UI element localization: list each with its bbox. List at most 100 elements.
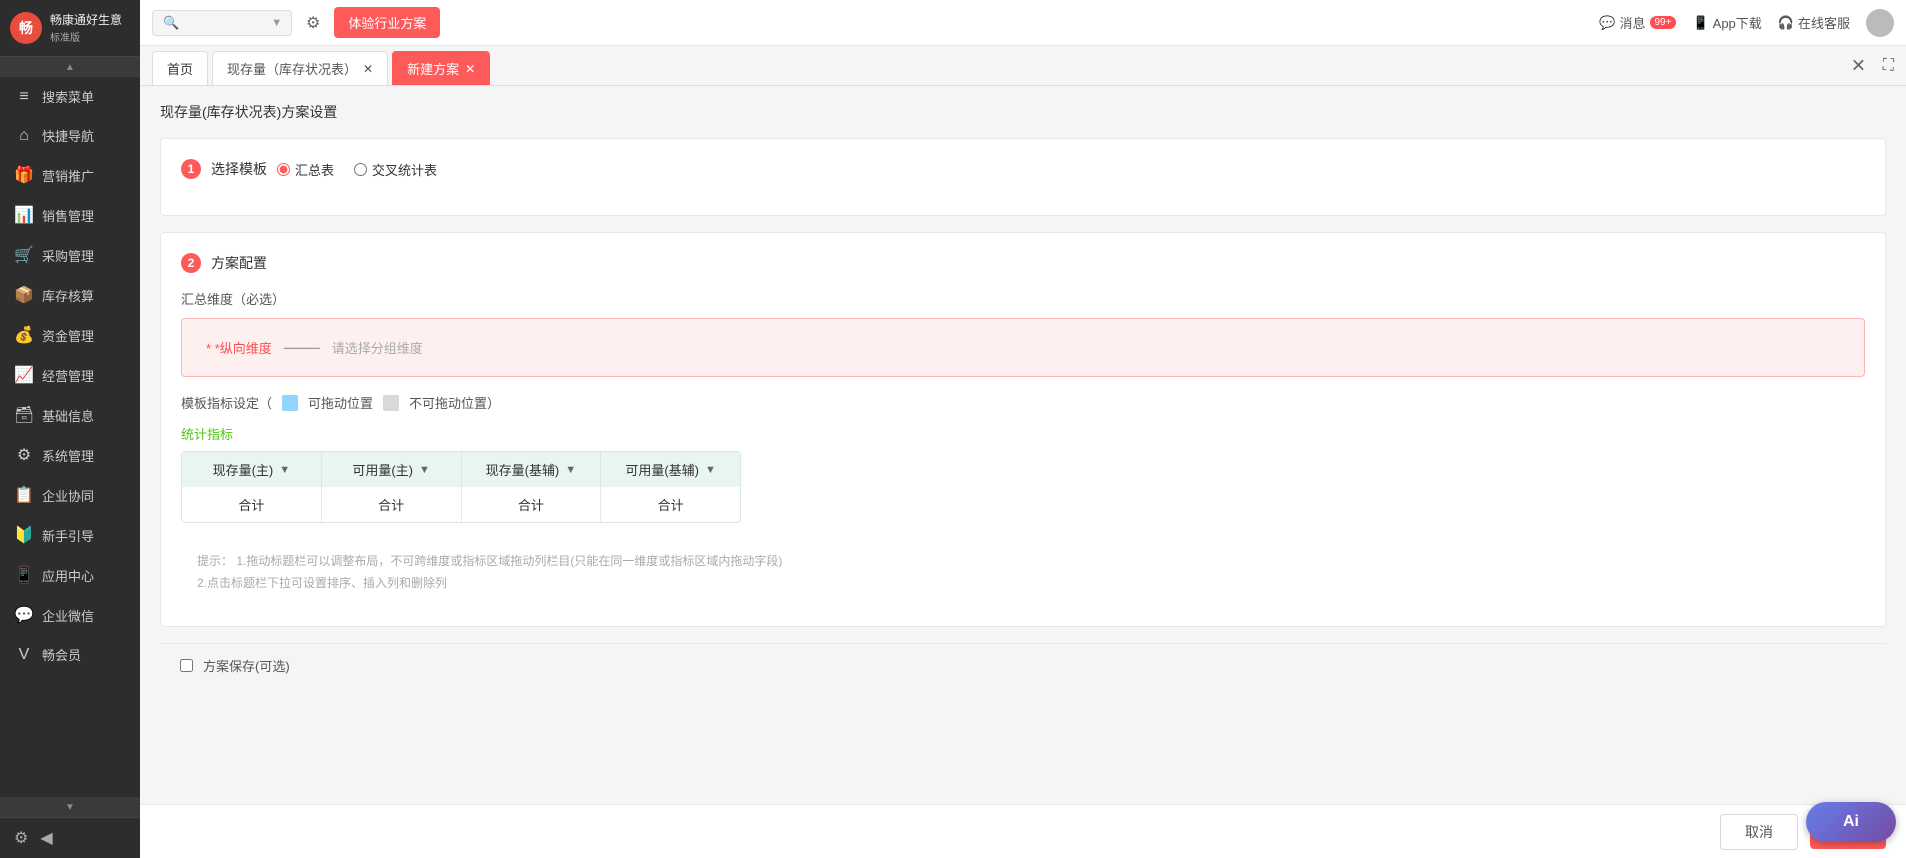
sidebar: 畅 畅康通好生意 标准版 ▲ ≡ 搜索菜单 ⌂ 快捷导航 🎁 营销推广 📊 销售…: [0, 0, 140, 858]
sidebar-item-member[interactable]: V 畅会员: [0, 635, 140, 674]
stats-section: 统计指标 现存量(主) ▼ 可用量(主) ▼ 现存量(基辅): [181, 424, 1865, 523]
radio-cross[interactable]: 交叉统计表: [354, 160, 437, 179]
stats-col-3-label: 可用量(基辅): [625, 460, 699, 479]
settings-icon[interactable]: ⚙: [14, 828, 28, 848]
stats-col-2-arrow[interactable]: ▼: [565, 464, 576, 476]
ai-float-button[interactable]: Ai: [1806, 802, 1896, 842]
sidebar-item-label: 搜索菜单: [42, 87, 94, 106]
dim-arrow-icon: ——: [284, 337, 320, 358]
save-scheme-label: 方案保存(可选): [203, 656, 290, 675]
mobile-download-icon: 📱: [1692, 15, 1708, 31]
ai-float-label: Ai: [1843, 813, 1859, 831]
trend-icon: 📈: [14, 365, 34, 385]
step2-badge: 2: [181, 253, 201, 273]
sidebar-item-quick-nav[interactable]: ⌂ 快捷导航: [0, 116, 140, 155]
sidebar-item-label: 畅会员: [42, 645, 81, 664]
radio-cross-label: 交叉统计表: [372, 160, 437, 179]
mobile-icon: 📱: [14, 565, 34, 585]
cancel-button[interactable]: 取消: [1720, 814, 1798, 850]
tabbar-expand-icon[interactable]: ⛶: [1883, 57, 1894, 75]
tab-inventory-close-icon[interactable]: ✕: [363, 62, 373, 76]
sidebar-item-basic-info[interactable]: 🗃 基础信息: [0, 395, 140, 435]
guide-icon: 🔰: [14, 525, 34, 545]
tab-new-scheme[interactable]: 新建方案 ✕: [392, 51, 490, 85]
stats-col-3: 可用量(基辅) ▼: [601, 452, 740, 487]
topbar-search-box[interactable]: 🔍 ▼: [152, 10, 292, 36]
sidebar-item-label: 营销推广: [42, 166, 94, 185]
app-badge: 标准版: [50, 29, 122, 44]
footer-section: 方案保存(可选): [160, 643, 1886, 687]
tabbar: 首页 现存量（库存状况表） ✕ 新建方案 ✕ ✕ ⛶: [140, 46, 1906, 86]
step1-card: 1 选择模板 汇总表 交叉统计表: [160, 138, 1886, 216]
stats-col-2: 现存量(基辅) ▼: [462, 452, 602, 487]
stats-col-0-arrow[interactable]: ▼: [279, 464, 290, 476]
stats-table-body: 合计 合计 合计 合计: [182, 487, 740, 522]
sidebar-item-system[interactable]: ⚙ 系统管理: [0, 435, 140, 475]
draggable-label: 可拖动位置: [308, 393, 373, 412]
stats-table: 现存量(主) ▼ 可用量(主) ▼ 现存量(基辅) ▼ 可用量(基辅): [181, 451, 741, 523]
tabbar-close-icon[interactable]: ✕: [1851, 55, 1866, 76]
tip-2: 2.点击标题栏下拉可设置排序、插入列和删除列: [197, 573, 1849, 595]
radio-cross-input[interactable]: [354, 163, 367, 176]
tab-home-label: 首页: [167, 59, 193, 78]
search-menu-icon: ≡: [14, 88, 34, 106]
search-input[interactable]: [185, 16, 265, 30]
sidebar-item-purchase[interactable]: 🛒 采购管理: [0, 235, 140, 275]
sidebar-item-wechat[interactable]: 💬 企业微信: [0, 595, 140, 635]
sidebar-item-appstore[interactable]: 📱 应用中心: [0, 555, 140, 595]
stats-cell-3: 合计: [601, 487, 740, 522]
sidebar-item-marketing[interactable]: 🎁 营销推广: [0, 155, 140, 195]
sidebar-scroll-down[interactable]: ▼: [0, 797, 140, 817]
trial-industry-button[interactable]: 体验行业方案: [334, 7, 440, 38]
template-settings-row: 模板指标设定（ 可拖动位置 不可拖动位置）: [181, 393, 1865, 412]
topbar-right: 💬 消息 99+ 📱 App下载 🎧 在线客服: [1599, 9, 1894, 37]
message-button[interactable]: 💬 消息 99+: [1599, 13, 1676, 32]
collapse-icon[interactable]: ◀: [40, 828, 52, 848]
tab-new-scheme-close-icon[interactable]: ✕: [465, 62, 475, 76]
stats-col-0: 现存量(主) ▼: [182, 452, 322, 487]
sidebar-item-search[interactable]: ≡ 搜索菜单: [0, 77, 140, 116]
stats-col-1: 可用量(主) ▼: [322, 452, 462, 487]
sidebar-item-sales[interactable]: 📊 销售管理: [0, 195, 140, 235]
sidebar-item-management[interactable]: 📈 经营管理: [0, 355, 140, 395]
tip-1: 提示： 1.拖动标题栏可以调整布局，不可跨维度或指标区域拖动列栏目(只能在同一维…: [197, 551, 1849, 573]
tab-inventory-status[interactable]: 现存量（库存状况表） ✕: [212, 51, 388, 85]
box-icon: 📦: [14, 285, 34, 305]
app-download-button[interactable]: 📱 App下载: [1692, 13, 1761, 32]
stats-col-1-arrow[interactable]: ▼: [419, 464, 430, 476]
sidebar-item-label: 销售管理: [42, 206, 94, 225]
stats-title: 统计指标: [181, 424, 1865, 443]
non-draggable-label: 不可拖动位置）: [409, 393, 500, 412]
sidebar-item-inventory[interactable]: 📦 库存核算: [0, 275, 140, 315]
search-dropdown-icon[interactable]: ▼: [271, 17, 282, 29]
sidebar-nav: ≡ 搜索菜单 ⌂ 快捷导航 🎁 营销推广 📊 销售管理 🛒 采购管理 📦 库存核…: [0, 77, 140, 797]
message-badge: 99+: [1650, 16, 1677, 29]
user-avatar[interactable]: [1866, 9, 1894, 37]
radio-summary[interactable]: 汇总表: [277, 160, 334, 179]
sidebar-item-label: 库存核算: [42, 286, 94, 305]
vip-icon: V: [14, 646, 34, 664]
step2-card: 2 方案配置 汇总维度（必选） * *纵向维度 —— 请选择分组维度 模板指标设…: [160, 232, 1886, 627]
step1-header: 1 选择模板 汇总表 交叉统计表: [181, 159, 1865, 179]
bottom-actions: 取消 查询: [140, 804, 1906, 858]
tips-section: 提示： 1.拖动标题栏可以调整布局，不可跨维度或指标区域拖动列栏目(只能在同一维…: [181, 539, 1865, 606]
database-icon: 🗃: [14, 405, 34, 425]
dimension-box[interactable]: * *纵向维度 —— 请选择分组维度: [181, 318, 1865, 377]
online-service-button[interactable]: 🎧 在线客服: [1778, 13, 1850, 32]
save-scheme-checkbox[interactable]: [180, 659, 193, 672]
stats-col-2-label: 现存量(基辅): [486, 460, 560, 479]
home-icon: ⌂: [14, 127, 34, 145]
sidebar-scroll-up[interactable]: ▲: [0, 57, 140, 77]
aggregate-dim-title: 汇总维度（必选）: [181, 289, 1865, 308]
chat-icon: 💬: [14, 605, 34, 625]
stats-cell-2: 合计: [462, 487, 602, 522]
stats-col-3-arrow[interactable]: ▼: [705, 464, 716, 476]
sidebar-item-contract[interactable]: 📋 企业协同: [0, 475, 140, 515]
main-area: 🔍 ▼ ⚙ 体验行业方案 💬 消息 99+ 📱 App下载 🎧 在线客服: [140, 0, 1906, 858]
tab-home[interactable]: 首页: [152, 51, 208, 85]
topbar-settings-icon[interactable]: ⚙: [306, 13, 320, 33]
sidebar-item-guide[interactable]: 🔰 新手引导: [0, 515, 140, 555]
radio-summary-input[interactable]: [277, 163, 290, 176]
sidebar-item-finance[interactable]: 💰 资金管理: [0, 315, 140, 355]
step2-header: 2 方案配置: [181, 253, 1865, 273]
